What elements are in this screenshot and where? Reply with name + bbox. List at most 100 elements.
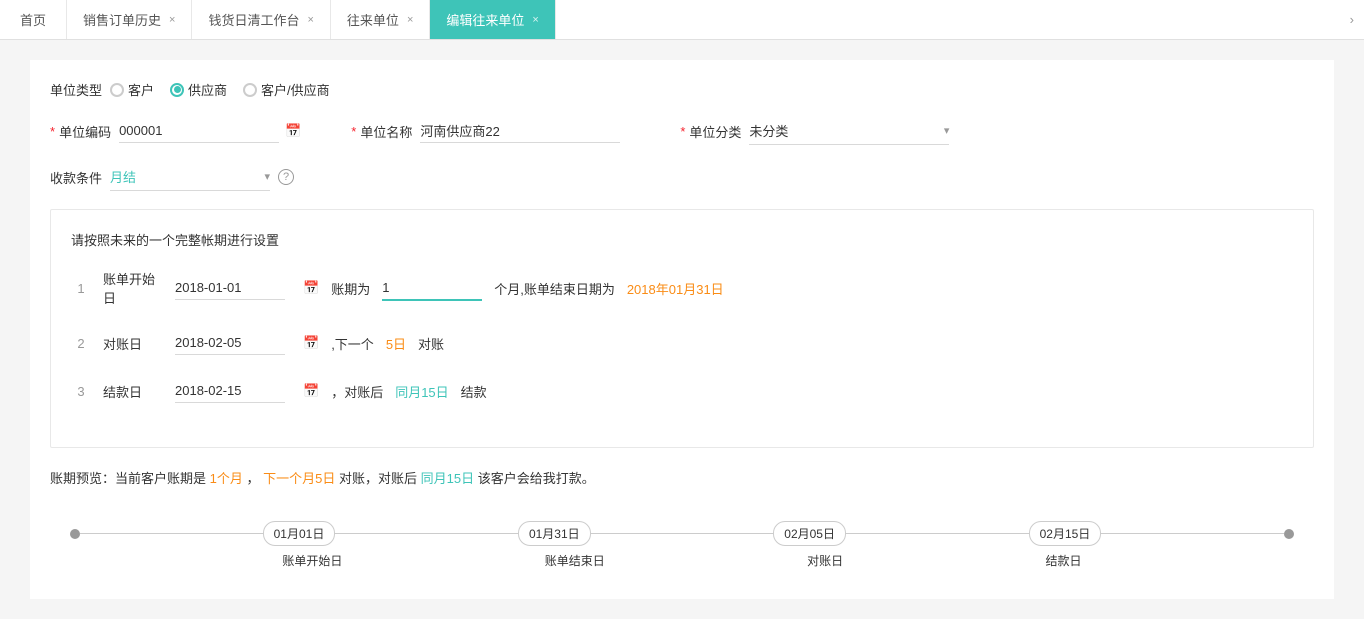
unit-type-radio-group: 客户 供应商 客户/供应商 xyxy=(110,80,330,99)
tab-home-label: 首页 xyxy=(20,10,46,29)
form-section: 单位类型 客户 供应商 客户/供应商 * 单位编码 000001 xyxy=(30,60,1334,599)
timeline-label-3: 对账日 xyxy=(807,552,843,569)
tab-partner-close[interactable]: × xyxy=(407,14,413,26)
tab-cash-label: 钱货日清工作台 xyxy=(208,10,299,29)
period-box: 请按照未来的一个完整帐期进行设置 1 账单开始日 📅 账期为 个月,账单结束日期… xyxy=(50,209,1314,448)
period-num-3: 3 xyxy=(71,384,91,399)
preview-section: 账期预览：当前客户账期是 1个月 ， 下一个月5日 对账，对账后 同月15日 该… xyxy=(30,468,1334,599)
period-row2-desc-prefix: ,下一个 xyxy=(331,334,374,353)
period-row-1: 1 账单开始日 📅 账期为 个月,账单结束日期为 2018年01月31日 xyxy=(71,269,1293,307)
radio-customer[interactable]: 客户 xyxy=(110,80,154,99)
unit-code-row: * 单位编码 000001 📅 * 单位名称 河南供应商22 * 单位分类 未分… xyxy=(30,117,1334,145)
timeline-start-dot xyxy=(70,529,80,539)
timeline-label-1: 账单开始日 xyxy=(282,552,342,569)
timeline-badge-2: 01月31日 xyxy=(518,521,591,546)
tab-edit-partner-label: 编辑往来单位 xyxy=(446,10,524,29)
timeline-end-circle xyxy=(1284,529,1294,539)
unit-code-input[interactable]: 000001 xyxy=(119,119,279,143)
period-end-date-highlight: 2018年01月31日 xyxy=(627,279,724,298)
period-field-label-3: 结款日 xyxy=(103,382,163,401)
period-row3-highlight: 同月15日 xyxy=(395,382,448,401)
tab-sales-order-history[interactable]: 销售订单历史 × xyxy=(67,0,192,39)
timeline-start-circle xyxy=(70,529,80,539)
period-row3-desc-suffix: 结款 xyxy=(461,382,487,401)
timeline-label-placeholder-start xyxy=(70,552,80,569)
period-row3-desc-prefix: ，对账后 xyxy=(331,382,383,401)
tab-edit-partner-close[interactable]: × xyxy=(532,14,538,26)
preview-text: 账期预览：当前客户账期是 1个月 ， 下一个月5日 对账，对账后 同月15日 该… xyxy=(50,468,1314,487)
radio-supplier[interactable]: 供应商 xyxy=(170,80,227,99)
tab-partner-unit[interactable]: 往来单位 × xyxy=(331,0,430,39)
tab-edit-partner-unit[interactable]: 编辑往来单位 × xyxy=(430,0,555,39)
timeline-node-1: 01月01日 xyxy=(263,521,336,546)
radio-both[interactable]: 客户/供应商 xyxy=(243,80,330,99)
period-start-date-input[interactable] xyxy=(175,276,285,300)
unit-classify-value: 未分类 xyxy=(749,121,943,140)
period-field-label-1: 账单开始日 xyxy=(103,269,163,307)
unit-name-input[interactable]: 河南供应商22 xyxy=(420,119,620,143)
radio-supplier-label: 供应商 xyxy=(188,80,227,99)
timeline-nodes: 01月01日 01月31日 02月05日 xyxy=(70,521,1294,546)
radio-both-circle xyxy=(243,83,257,97)
unit-code-icon[interactable]: 📅 xyxy=(285,123,301,139)
period-row-3: 3 结款日 📅 ，对账后 同月15日 结款 xyxy=(71,379,1293,403)
preview-part1: 1个月 xyxy=(210,471,243,486)
unit-classify-dropdown[interactable]: 未分类 ▾ xyxy=(749,117,949,145)
tab-cash-close[interactable]: × xyxy=(307,14,313,26)
timeline-badge-3: 02月05日 xyxy=(773,521,846,546)
payment-terms-value: 月结 xyxy=(110,167,264,186)
timeline-node-3: 02月05日 xyxy=(773,521,846,546)
period-box-title: 请按照未来的一个完整帐期进行设置 xyxy=(71,230,1293,249)
period-row-2: 2 对账日 📅 ,下一个 5日 对账 xyxy=(71,331,1293,355)
period-months-input[interactable] xyxy=(382,276,482,301)
period-payment-calendar-icon[interactable]: 📅 xyxy=(303,383,319,399)
radio-customer-label: 客户 xyxy=(128,80,154,99)
period-row1-desc-prefix: 账期为 xyxy=(331,279,370,298)
period-reconcile-date-input[interactable] xyxy=(175,331,285,355)
period-num-1: 1 xyxy=(71,281,91,296)
preview-prefix: 账期预览：当前客户账期是 xyxy=(50,471,206,486)
tab-bar: 首页 销售订单历史 × 钱货日清工作台 × 往来单位 × 编辑往来单位 × › xyxy=(0,0,1364,40)
tab-cash-work[interactable]: 钱货日清工作台 × xyxy=(192,0,330,39)
main-content: 单位类型 客户 供应商 客户/供应商 * 单位编码 000001 xyxy=(0,40,1364,619)
tab-sales-close[interactable]: × xyxy=(169,14,175,26)
payment-terms-dropdown[interactable]: 月结 ▾ xyxy=(110,163,270,191)
unit-type-label: 单位类型 xyxy=(50,80,102,99)
period-start-calendar-icon[interactable]: 📅 xyxy=(303,280,319,296)
tab-sales-label: 销售订单历史 xyxy=(83,10,161,29)
preview-suffix: 该客户会给我打款。 xyxy=(478,471,595,486)
payment-terms-row: 收款条件 月结 ▾ ? xyxy=(30,163,1334,191)
tab-expand-btn[interactable]: › xyxy=(1340,12,1364,27)
radio-supplier-circle xyxy=(170,83,184,97)
tab-home[interactable]: 首页 xyxy=(0,0,67,39)
timeline-badge-1: 01月01日 xyxy=(263,521,336,546)
period-field-label-2: 对账日 xyxy=(103,334,163,353)
code-required-star: * xyxy=(50,124,55,139)
timeline-container: 01月01日 01月31日 02月05日 xyxy=(50,511,1314,579)
timeline-label-2: 账单结束日 xyxy=(545,552,605,569)
preview-part3: 同月15日 xyxy=(421,471,474,486)
period-row2-desc-suffix: 对账 xyxy=(418,334,444,353)
period-reconcile-calendar-icon[interactable]: 📅 xyxy=(303,335,319,351)
unit-type-row: 单位类型 客户 供应商 客户/供应商 xyxy=(30,80,1334,99)
period-payment-date-input[interactable] xyxy=(175,379,285,403)
period-row1-desc-suffix: 个月,账单结束日期为 xyxy=(494,279,615,298)
timeline-badge-4: 02月15日 xyxy=(1029,521,1102,546)
unit-code-label: 单位编码 xyxy=(59,122,111,141)
timeline-node-4: 02月15日 xyxy=(1029,521,1102,546)
period-num-2: 2 xyxy=(71,336,91,351)
timeline-end-dot xyxy=(1284,529,1294,539)
preview-part2: 下一个月5日 xyxy=(263,471,335,486)
preview-mid2: 对账，对账后 xyxy=(339,471,417,486)
payment-chevron-down-icon: ▾ xyxy=(264,170,270,183)
preview-mid1: ， xyxy=(247,471,260,486)
period-row2-highlight: 5日 xyxy=(386,334,406,353)
payment-terms-label: 收款条件 xyxy=(50,168,102,187)
classify-required-star: * xyxy=(680,124,685,139)
tab-partner-label: 往来单位 xyxy=(347,10,399,29)
timeline-labels: 账单开始日 账单结束日 对账日 结款日 xyxy=(70,546,1294,569)
radio-both-label: 客户/供应商 xyxy=(261,80,330,99)
payment-help-icon[interactable]: ? xyxy=(278,169,294,185)
radio-customer-circle xyxy=(110,83,124,97)
unit-classify-label: 单位分类 xyxy=(689,122,741,141)
